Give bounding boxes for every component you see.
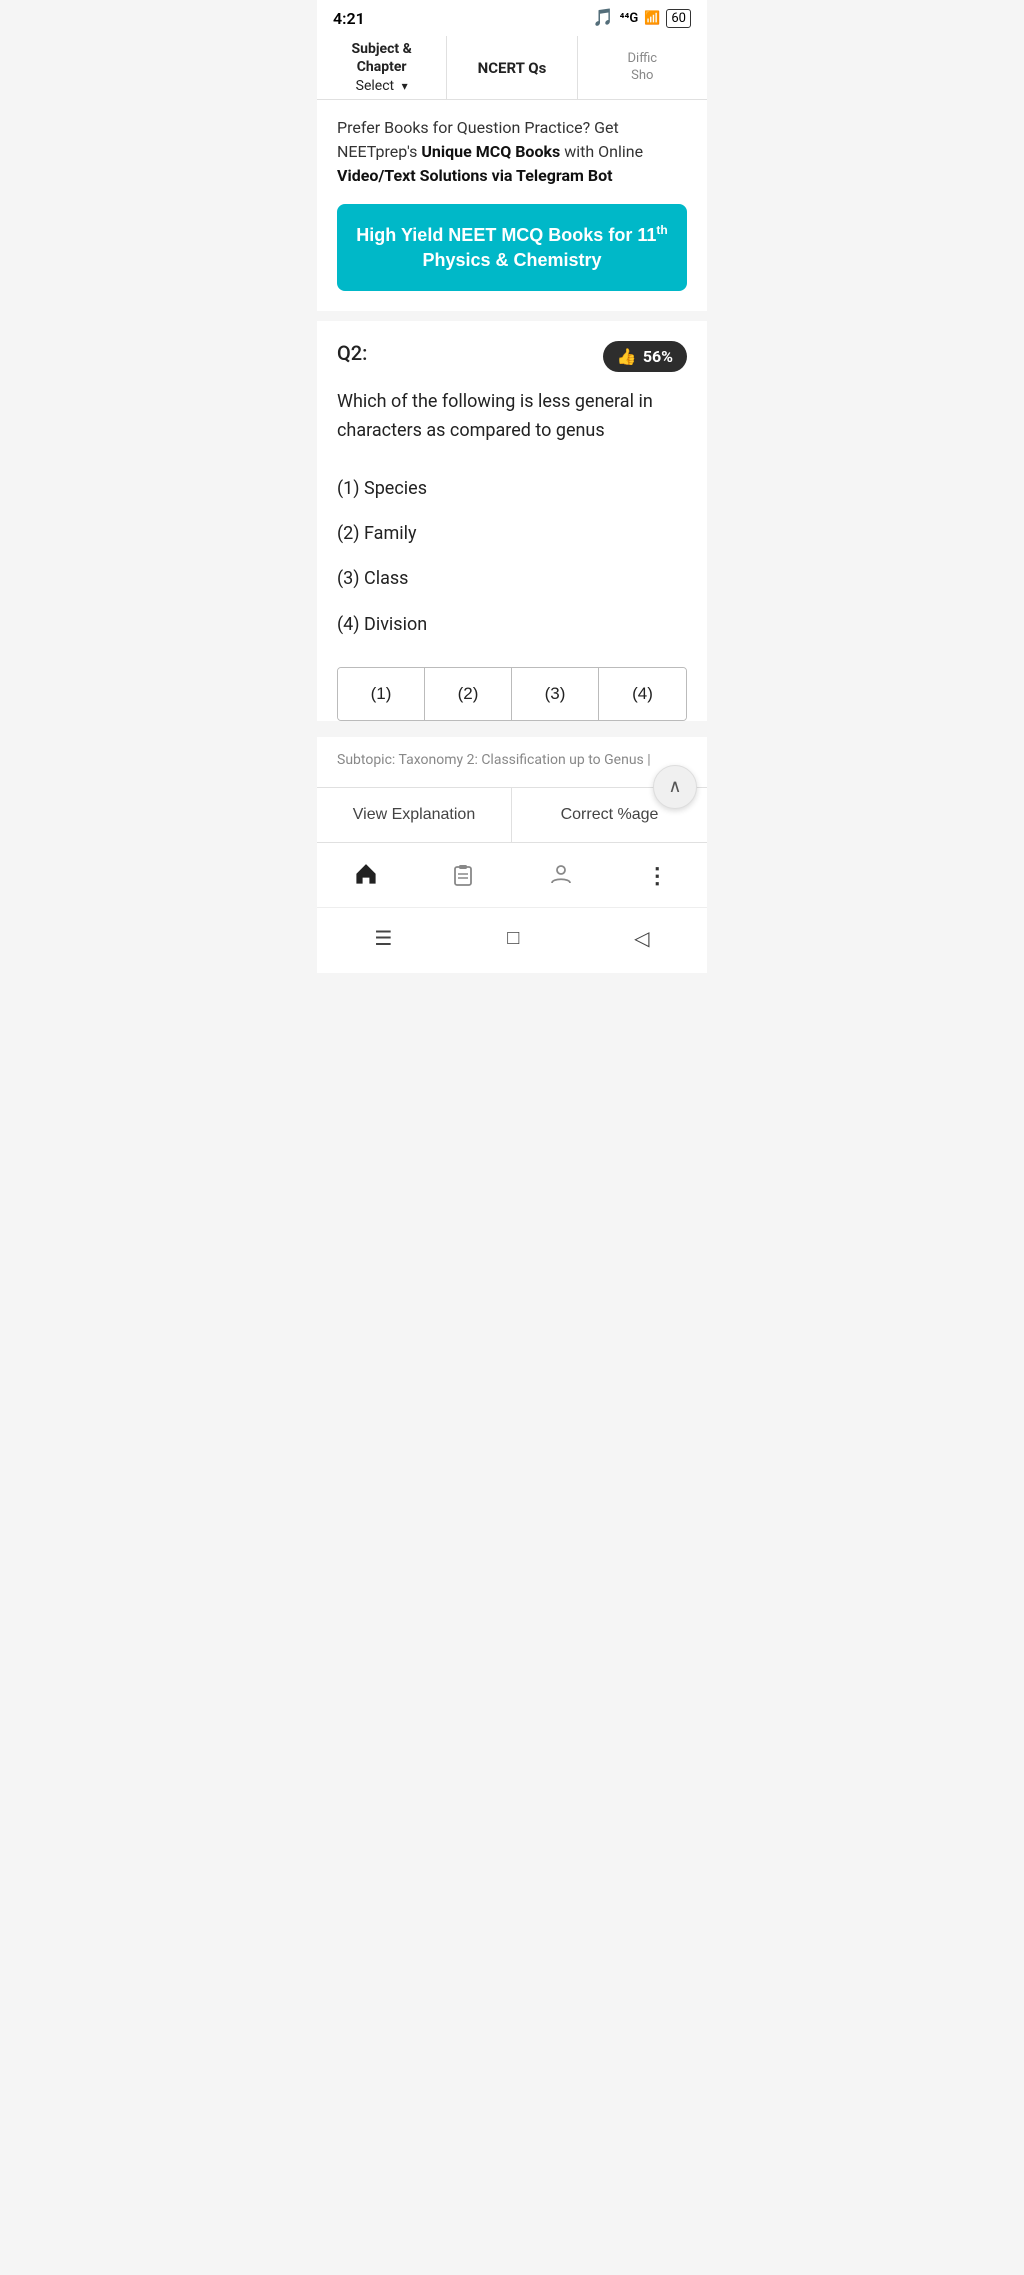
chevron-up-icon: ∧: [668, 776, 681, 797]
tab-bar: Subject & Chapter Select ▾ NCERT Qs Diff…: [317, 36, 707, 100]
promo-section: Prefer Books for Question Practice? Get …: [317, 100, 707, 311]
status-icons: 🎵 ⁴⁴G 📶 60: [593, 8, 692, 28]
bottom-nav-home[interactable]: [317, 855, 415, 899]
system-home-button[interactable]: □: [487, 921, 539, 956]
signal-text: ⁴⁴G: [620, 11, 639, 26]
action-buttons: View Explanation Correct %age: [317, 787, 707, 842]
system-menu-button[interactable]: ☰: [354, 920, 412, 957]
options-list: (1) Species (2) Family (3) Class (4) Div…: [337, 466, 687, 647]
tab-subject-chapter[interactable]: Subject & Chapter Select ▾: [317, 36, 447, 99]
person-icon: [548, 861, 574, 893]
promo-btn-text: High Yield NEET MCQ Books for 11th Physi…: [353, 222, 671, 273]
bottom-nav-more[interactable]: ⋮: [610, 855, 708, 899]
question-header: Q2: 👍 56%: [337, 341, 687, 372]
question-card: Q2: 👍 56% Which of the following is less…: [317, 321, 707, 720]
list-item: (2) Family: [337, 511, 687, 556]
answer-button-3[interactable]: (3): [512, 668, 599, 720]
battery-icon: 60: [666, 9, 691, 28]
list-item: (3) Class: [337, 556, 687, 601]
like-badge: 👍 56%: [603, 341, 687, 372]
answer-button-4[interactable]: (4): [599, 668, 686, 720]
promo-text: Prefer Books for Question Practice? Get …: [337, 116, 687, 188]
tab-ncert-qs[interactable]: NCERT Qs: [447, 36, 577, 99]
list-item: (4) Division: [337, 602, 687, 647]
question-card-wrapper: Q2: 👍 56% Which of the following is less…: [317, 321, 707, 786]
subtopic-bar: Subtopic: Taxonomy 2: Classification up …: [317, 737, 707, 787]
signal-bars-icon: 📶: [644, 11, 660, 26]
system-back-button[interactable]: ◁: [614, 920, 669, 957]
system-nav-bar: ☰ □ ◁: [317, 907, 707, 973]
list-item: (1) Species: [337, 466, 687, 511]
thumbs-up-icon: 👍: [617, 347, 637, 366]
view-explanation-button[interactable]: View Explanation: [317, 788, 512, 842]
scroll-up-button[interactable]: ∧: [653, 765, 697, 809]
tab-select-label: Select ▾: [329, 77, 434, 95]
music-icon: 🎵: [593, 8, 614, 28]
tab-subject-label: Subject & Chapter: [329, 40, 434, 76]
subtopic-text: Subtopic: Taxonomy 2: Classification up …: [337, 752, 651, 768]
chevron-down-icon: ▾: [402, 79, 408, 93]
bottom-nav-clipboard[interactable]: [415, 855, 513, 899]
more-dots-icon: ⋮: [646, 864, 670, 889]
answer-button-1[interactable]: (1): [338, 668, 425, 720]
tab-difficulty[interactable]: Diffic Sho: [578, 36, 707, 99]
bottom-nav-profile[interactable]: [512, 855, 610, 899]
question-text: Which of the following is less general i…: [337, 388, 687, 446]
promo-cta-button[interactable]: High Yield NEET MCQ Books for 11th Physi…: [337, 204, 687, 291]
answer-button-2[interactable]: (2): [425, 668, 512, 720]
bottom-nav: ⋮: [317, 842, 707, 907]
status-bar: 4:21 🎵 ⁴⁴G 📶 60: [317, 0, 707, 36]
question-number: Q2:: [337, 341, 367, 365]
home-icon: [353, 861, 379, 893]
status-time: 4:21: [333, 9, 365, 28]
like-percentage: 56%: [643, 347, 673, 366]
answer-buttons: (1) (2) (3) (4): [337, 667, 687, 721]
clipboard-icon: [450, 861, 476, 893]
